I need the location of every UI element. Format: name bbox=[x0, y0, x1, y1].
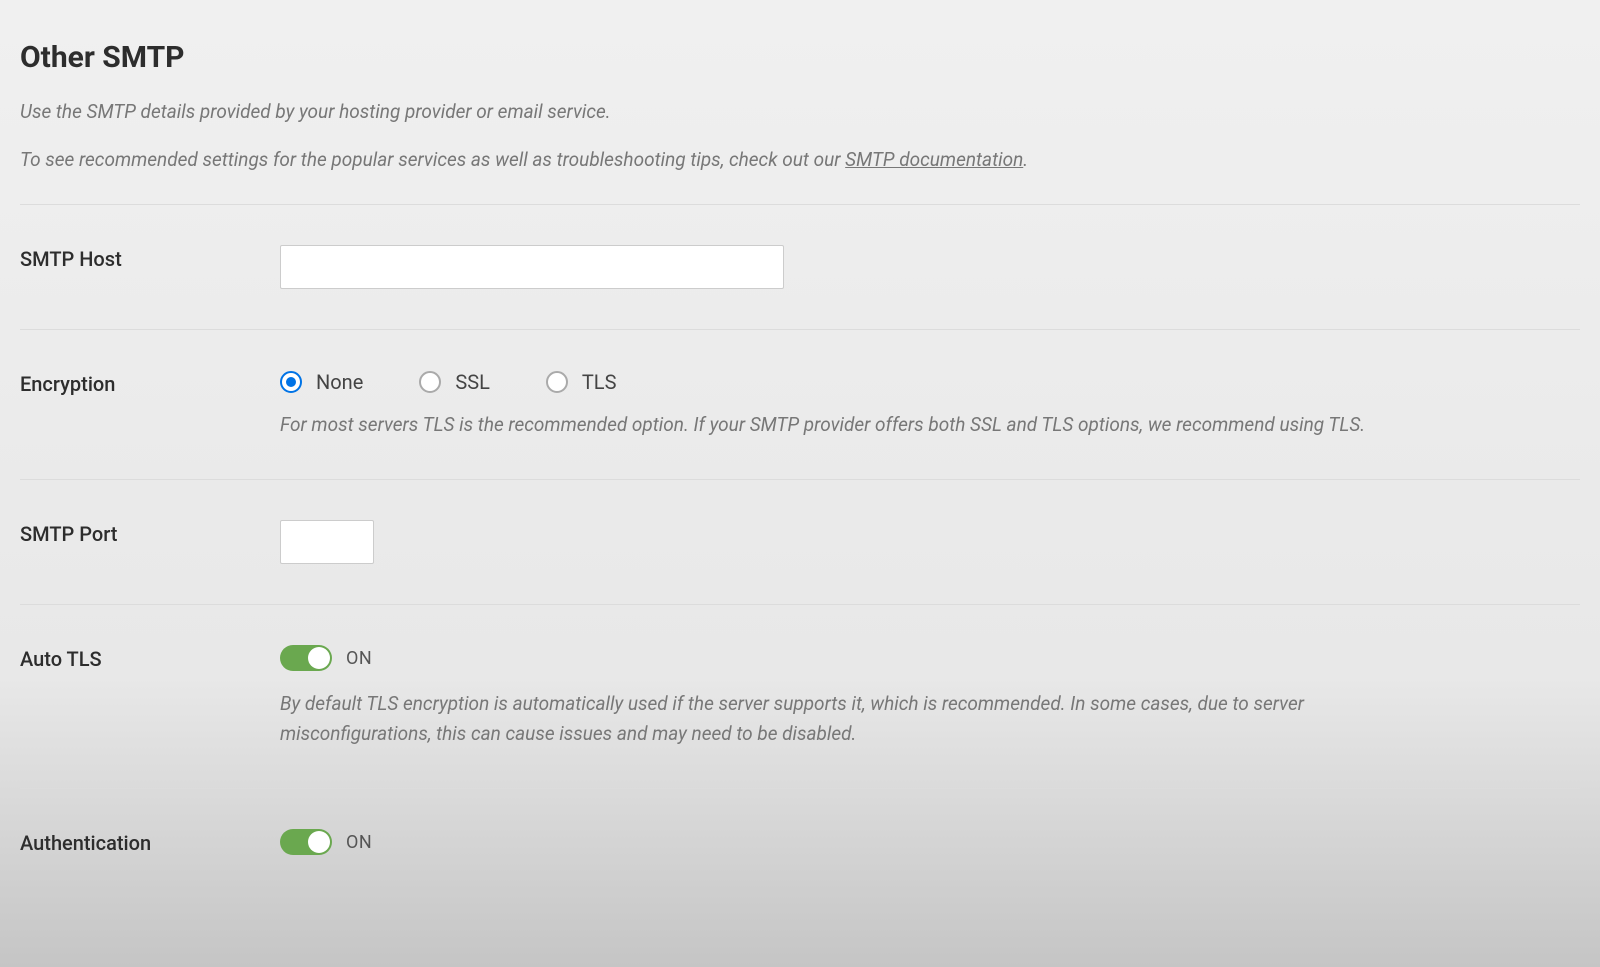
authentication-state: ON bbox=[346, 832, 372, 853]
radio-label-none: None bbox=[316, 370, 363, 394]
auto-tls-help-text: By default TLS encryption is automatical… bbox=[280, 689, 1380, 748]
row-encryption: Encryption None SSL TLS For most servers… bbox=[20, 330, 1580, 480]
row-smtp-host: SMTP Host bbox=[20, 205, 1580, 330]
encryption-option-tls[interactable]: TLS bbox=[546, 370, 617, 394]
encryption-radio-group: None SSL TLS bbox=[280, 370, 1580, 394]
radio-icon bbox=[280, 371, 302, 393]
toggle-knob-icon bbox=[308, 831, 330, 853]
smtp-host-input[interactable] bbox=[280, 245, 784, 289]
row-auto-tls: Auto TLS ON By default TLS encryption is… bbox=[20, 605, 1580, 789]
section-title: Other SMTP bbox=[20, 40, 1580, 75]
section-desc-1: Use the SMTP details provided by your ho… bbox=[20, 97, 1580, 127]
section-desc-2-prefix: To see recommended settings for the popu… bbox=[20, 148, 845, 171]
auto-tls-state: ON bbox=[346, 648, 372, 669]
encryption-option-ssl[interactable]: SSL bbox=[419, 370, 490, 394]
label-authentication: Authentication bbox=[20, 829, 280, 855]
label-smtp-host: SMTP Host bbox=[20, 245, 280, 271]
radio-icon bbox=[419, 371, 441, 393]
authentication-toggle[interactable] bbox=[280, 829, 332, 855]
label-auto-tls: Auto TLS bbox=[20, 645, 280, 671]
label-encryption: Encryption bbox=[20, 370, 280, 396]
label-smtp-port: SMTP Port bbox=[20, 520, 280, 546]
radio-label-ssl: SSL bbox=[455, 370, 490, 394]
radio-icon bbox=[546, 371, 568, 393]
smtp-documentation-link[interactable]: SMTP documentation bbox=[845, 148, 1023, 171]
row-authentication: Authentication ON bbox=[20, 789, 1580, 895]
encryption-option-none[interactable]: None bbox=[280, 370, 363, 394]
auto-tls-toggle[interactable] bbox=[280, 645, 332, 671]
radio-label-tls: TLS bbox=[582, 370, 617, 394]
encryption-help-text: For most servers TLS is the recommended … bbox=[280, 410, 1380, 439]
row-smtp-port: SMTP Port bbox=[20, 480, 1580, 605]
smtp-port-input[interactable] bbox=[280, 520, 374, 564]
section-desc-2-suffix: . bbox=[1023, 148, 1028, 171]
section-desc-2: To see recommended settings for the popu… bbox=[20, 145, 1580, 175]
toggle-knob-icon bbox=[308, 647, 330, 669]
